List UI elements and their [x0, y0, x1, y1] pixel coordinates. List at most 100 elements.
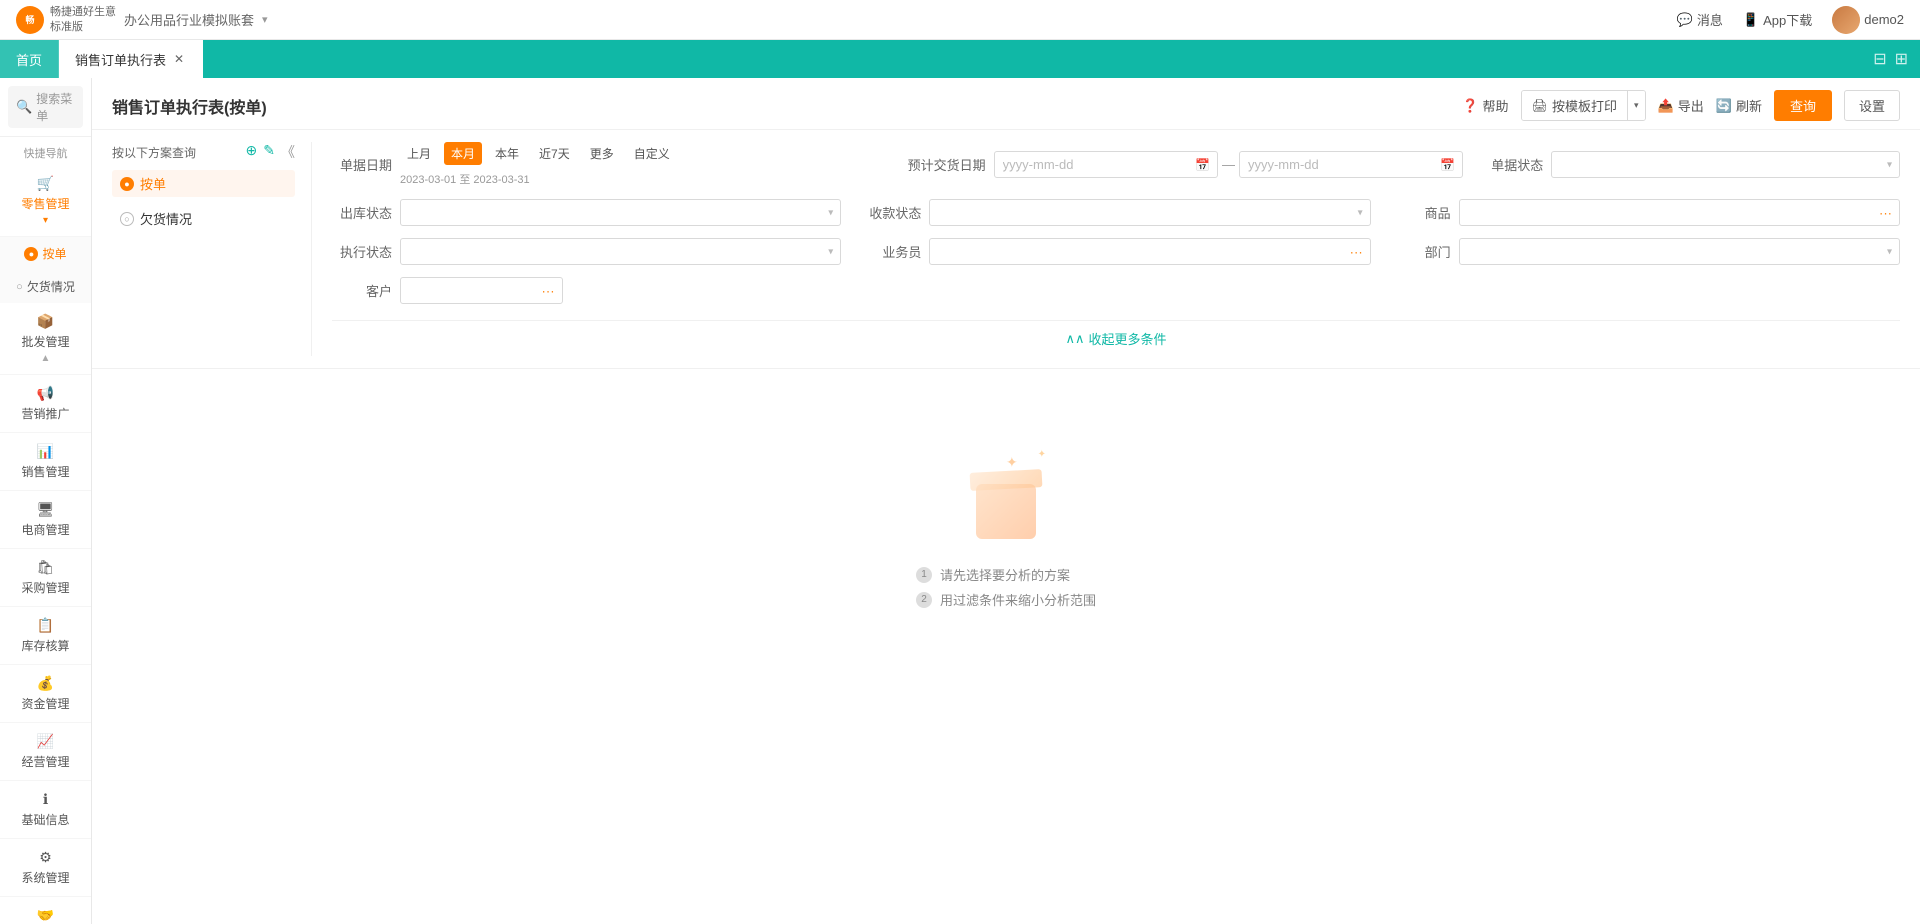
- sidebar-item-operations[interactable]: 📈 经营管理: [0, 723, 91, 781]
- tab-sales-order-label: 销售订单执行表: [75, 50, 166, 69]
- collect-status-label: 收款状态: [861, 203, 921, 222]
- preset-custom[interactable]: 自定义: [627, 142, 677, 165]
- delivery-date-end[interactable]: [1239, 151, 1463, 178]
- filter-panel: 按以下方案查询 ⊕ ✎ 《 ● 按单 ○ 欠货情况: [92, 130, 1920, 369]
- sidebar-item-inventory[interactable]: 📋 库存核算: [0, 607, 91, 665]
- scheme-header: 按以下方案查询 ⊕ ✎ 《: [112, 142, 295, 162]
- filter-collect-status: 收款状态 ▾: [861, 199, 1370, 226]
- delivery-date-start[interactable]: [994, 151, 1218, 178]
- settings-button[interactable]: 设置: [1844, 90, 1900, 121]
- purchase-icon: 🛍: [37, 559, 55, 576]
- department-label: 部门: [1391, 242, 1451, 261]
- scheme-add-icon[interactable]: ⊕: [246, 142, 258, 162]
- tab-minimize-icon[interactable]: ⊟: [1873, 49, 1886, 69]
- breadcrumb-arrow-icon[interactable]: ▾: [262, 13, 268, 26]
- sidebar-item-marketing[interactable]: 📢 营销推广: [0, 375, 91, 433]
- out-status-select[interactable]: [400, 199, 841, 226]
- refresh-icon: 🔄: [1716, 98, 1732, 114]
- collapse-more-button[interactable]: ∧∧ 收起更多条件: [332, 320, 1900, 356]
- collapse-icon: ∧∧: [1065, 331, 1084, 347]
- tab-home[interactable]: 首页: [0, 40, 59, 78]
- sidebar-subitem-按单[interactable]: ● 按单: [0, 237, 91, 270]
- sales-icon: 📊: [37, 443, 54, 460]
- refresh-button[interactable]: 🔄 刷新: [1716, 96, 1762, 115]
- empty-sparkle: ✦: [1038, 449, 1046, 460]
- filter-goods: 商品 ···: [1391, 199, 1900, 226]
- header-left: 畅 畅捷通好生意 标准版 办公用品行业模拟账套 ▾: [16, 5, 268, 34]
- empty-box-body: [976, 484, 1036, 539]
- scheme-item-欠货情况[interactable]: ○ 欠货情况: [112, 205, 295, 232]
- scheme-label: 按以下方案查询: [112, 144, 196, 161]
- preset-last-month[interactable]: 上月: [400, 142, 438, 165]
- sidebar-item-wholesale[interactable]: 📦 批发管理 ▲: [0, 303, 91, 375]
- exec-status-label: 执行状态: [332, 242, 392, 261]
- sidebar-item-ecommerce[interactable]: 🖥 电商管理: [0, 491, 91, 549]
- filter-order-status: 单据状态 ▾: [1483, 151, 1900, 178]
- expected-delivery-label: 预计交货日期: [908, 155, 986, 174]
- sidebar-subitem-欠货情况[interactable]: ○ 欠货情况: [0, 270, 91, 303]
- exec-status-select[interactable]: [400, 238, 841, 265]
- order-status-select[interactable]: [1551, 151, 1900, 178]
- empty-tip-1: 1 请先选择要分析的方案: [916, 565, 1096, 584]
- filter-salesman: 业务员 ···: [861, 238, 1370, 265]
- wholesale-icon: 📦: [37, 313, 54, 330]
- quick-nav-label: 快捷导航: [0, 137, 91, 165]
- order-date-label: 单据日期: [332, 155, 392, 174]
- message-button[interactable]: 💬 消息: [1677, 10, 1723, 29]
- page-title: 销售订单执行表(按单): [112, 94, 267, 118]
- print-dropdown-arrow[interactable]: ▾: [1627, 91, 1645, 120]
- sidebar-item-purchase[interactable]: 🛍 采购管理: [0, 549, 91, 607]
- system-icon: ⚙: [39, 849, 52, 866]
- sidebar-item-sales[interactable]: 📊 销售管理: [0, 433, 91, 491]
- collab-icon: 🤝: [37, 907, 54, 924]
- empty-state: ✦ ✦ 1 请先选择要分析的方案 2 用过滤条件来缩小分析范围: [92, 369, 1920, 689]
- export-button[interactable]: 📤 导出: [1658, 96, 1704, 115]
- tab-sales-order[interactable]: 销售订单执行表 ✕: [59, 40, 203, 78]
- filter-row-4: 客户 ···: [332, 277, 1900, 304]
- sidebar-item-basic-info[interactable]: ℹ 基础信息: [0, 781, 91, 839]
- avatar: [1832, 6, 1860, 34]
- scheme-item-按单[interactable]: ● 按单: [112, 170, 295, 197]
- sidebar-item-finance[interactable]: 💰 资金管理: [0, 665, 91, 723]
- department-select[interactable]: [1459, 238, 1900, 265]
- logo-text: 畅捷通好生意 标准版: [50, 5, 116, 34]
- exec-status-control: ▾: [400, 238, 841, 265]
- preset-more[interactable]: 更多: [583, 142, 621, 165]
- tab-maximize-icon[interactable]: ⊞: [1895, 49, 1908, 69]
- print-main-btn[interactable]: 🖨 按模板打印: [1522, 91, 1628, 120]
- app-download-button[interactable]: 📱 App下载: [1743, 10, 1812, 29]
- logo-area: 畅 畅捷通好生意 标准版: [16, 5, 116, 34]
- search-menu-box[interactable]: 🔍 搜索菜单: [8, 86, 83, 128]
- search-icon: 🔍: [16, 99, 32, 115]
- filter-scheme-panel: 按以下方案查询 ⊕ ✎ 《 ● 按单 ○ 欠货情况: [112, 142, 312, 356]
- tip-num-2: 2: [916, 592, 932, 608]
- help-button[interactable]: ❓ 帮助: [1462, 96, 1508, 115]
- salesman-input[interactable]: [929, 238, 1370, 265]
- content-area: 销售订单执行表(按单) ❓ 帮助 🖨 按模板打印 ▾: [92, 78, 1920, 924]
- sidebar-item-retail[interactable]: 🛒 零售管理 ▾: [0, 165, 91, 237]
- preset-this-month[interactable]: 本月: [444, 142, 482, 165]
- scheme-edit-icon[interactable]: ✎: [263, 142, 275, 162]
- breadcrumb[interactable]: 办公用品行业模拟账套: [124, 10, 254, 29]
- sidebar-item-system[interactable]: ⚙ 系统管理: [0, 839, 91, 897]
- sidebar-search-area[interactable]: 🔍 搜索菜单: [0, 78, 91, 137]
- query-button[interactable]: 查询: [1774, 90, 1832, 121]
- sidebar: 🔍 搜索菜单 快捷导航 🛒 零售管理 ▾ ● 按单 ○ 欠货情况 📦 批发管理: [0, 78, 92, 924]
- scheme-collapse-icon[interactable]: 《: [281, 142, 295, 162]
- sidebar-item-collab[interactable]: 🤝 企业协同: [0, 897, 91, 924]
- inventory-icon: 📋: [37, 617, 54, 634]
- message-icon: 💬: [1677, 12, 1693, 28]
- preset-7days[interactable]: 近7天: [532, 142, 577, 165]
- tab-close-icon[interactable]: ✕: [172, 50, 186, 68]
- print-dropdown-button[interactable]: 🖨 按模板打印 ▾: [1521, 90, 1646, 121]
- basic-info-icon: ℹ: [43, 791, 48, 808]
- collect-status-select[interactable]: [929, 199, 1370, 226]
- header-right: 💬 消息 📱 App下载 demo2: [1677, 6, 1904, 34]
- export-icon: 📤: [1658, 98, 1674, 114]
- print-icon: 🖨: [1532, 98, 1549, 114]
- empty-tips: 1 请先选择要分析的方案 2 用过滤条件来缩小分析范围: [916, 565, 1096, 609]
- preset-this-year[interactable]: 本年: [488, 142, 526, 165]
- user-menu[interactable]: demo2: [1832, 6, 1904, 34]
- goods-input[interactable]: [1459, 199, 1900, 226]
- customer-input[interactable]: [400, 277, 563, 304]
